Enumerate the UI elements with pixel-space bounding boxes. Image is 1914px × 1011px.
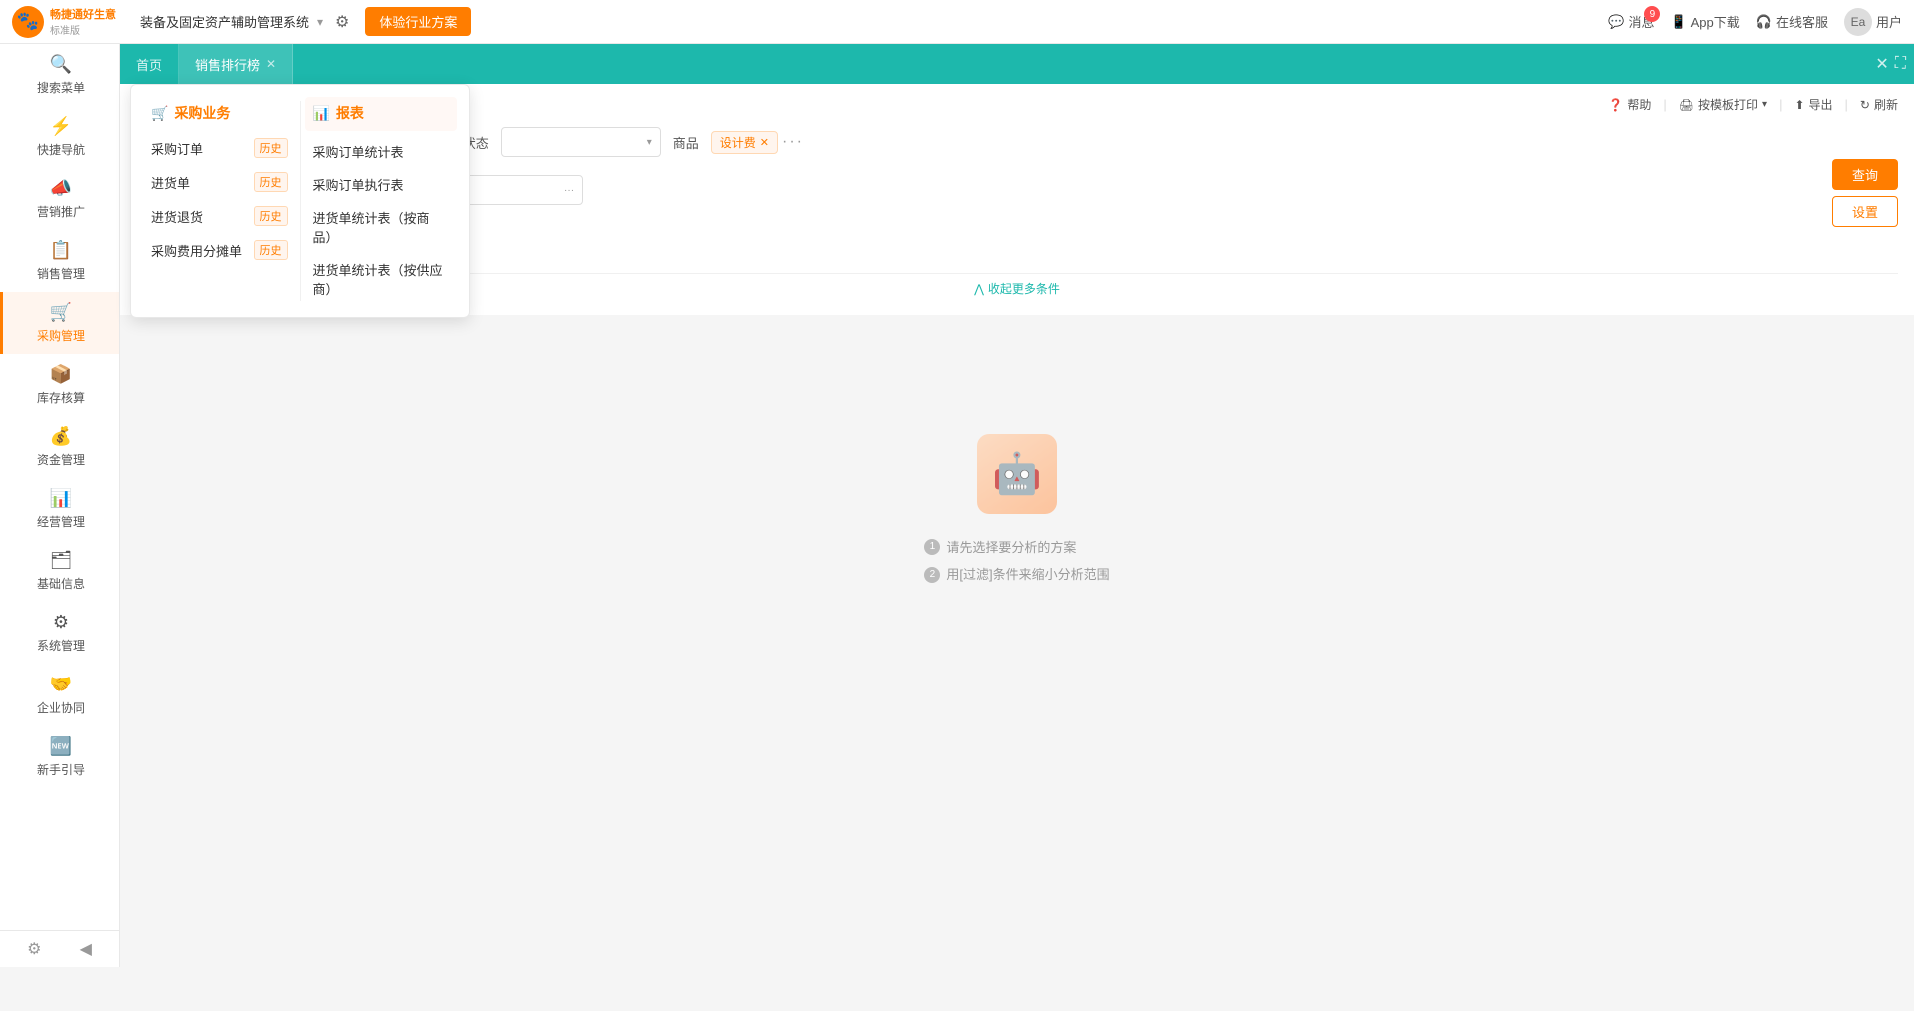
purchase-fee-item[interactable]: 采购费用分摊单 历史 (143, 233, 296, 267)
sidebar-collapse-icon[interactable]: ◀ (80, 939, 92, 959)
top-header: 🐾 畅捷通好生意 标准版 装备及固定资产辅助管理系统 ▾ ⚙ 体验行业方案 💬 … (0, 0, 1914, 44)
clipboard-icon: 📋 (50, 240, 72, 261)
print-icon: 🖨 (1679, 98, 1694, 112)
history-badge-0: 历史 (254, 138, 288, 158)
receipt-stat-goods-item[interactable]: 进货单统计表（按商品） (305, 201, 458, 253)
sidebar-item-purchase[interactable]: 🛒 采购管理 (0, 292, 119, 354)
sidebar-item-finance[interactable]: 💰 资金管理 (0, 416, 119, 478)
sidebar-item-marketing[interactable]: 📣 营销推广 (0, 168, 119, 230)
header-right: 💬 消息 9 📱 App下载 🎧 在线客服 Ea 用户 (1608, 8, 1902, 36)
tab-close-all-icon[interactable]: ✕ (1875, 54, 1888, 74)
money-icon: 💰 (50, 426, 72, 447)
box-icon: 📦 (50, 364, 72, 385)
report-col: 📊 报表 采购订单统计表 采购订单执行表 进货单统计表（按商品） 进货单统计表（… (301, 93, 462, 309)
empty-hints: 1 请先选择要分析的方案 2 用[过滤]条件来缩小分析范围 (924, 536, 1109, 587)
flash-icon: ⚡ (50, 116, 72, 137)
goods-return-item[interactable]: 进货退货 历史 (143, 199, 296, 233)
sidebar: 🔍 搜索菜单 ⚡ 快捷导航 📣 营销推广 📋 销售管理 🛒 采购管理 📦 库存核… (0, 44, 120, 967)
history-badge-3: 历史 (254, 240, 288, 260)
history-badge-1: 历史 (254, 172, 288, 192)
tab-expand-icon[interactable]: ⛶ (1895, 55, 1906, 73)
sidebar-item-enterprise[interactable]: 🤝 企业协同 (0, 664, 119, 726)
sidebar-item-inventory[interactable]: 📦 库存核算 (0, 354, 119, 416)
headset-icon: 🎧 (1756, 14, 1772, 30)
refresh-btn[interactable]: ↻ 刷新 (1860, 96, 1898, 113)
settings-icon[interactable]: ⚙ (335, 12, 349, 32)
receipt-stat-supplier-item[interactable]: 进货单统计表（按供应商） (305, 253, 458, 305)
dropdown-cols: 🛒 采购业务 采购订单 历史 进货单 历史 进货退货 历史 采购费用分摊单 历史 (139, 93, 461, 309)
print-btn[interactable]: 🖨 按模板打印 ▾ (1679, 96, 1767, 113)
purchase-col: 🛒 采购业务 采购订单 历史 进货单 历史 进货退货 历史 采购费用分摊单 历史 (139, 93, 300, 309)
query-btn[interactable]: 查询 (1832, 159, 1898, 190)
report-col-icon: 📊 (313, 105, 330, 122)
purchase-col-icon: 🛒 (151, 105, 168, 122)
report-col-title: 📊 报表 (305, 97, 458, 131)
sidebar-item-basic-info[interactable]: 🗂 基础信息 (0, 540, 119, 602)
avatar: Ea (1844, 8, 1872, 36)
app-download-btn[interactable]: 📱 App下载 (1670, 12, 1739, 31)
message-badge: 9 (1644, 6, 1660, 22)
system-arrow-icon[interactable]: ▾ (317, 15, 323, 29)
sidebar-item-system[interactable]: ⚙ 系统管理 (0, 602, 119, 664)
sidebar-item-quicknav[interactable]: ⚡ 快捷导航 (0, 106, 119, 168)
system-name: 装备及固定资产辅助管理系统 (140, 12, 309, 31)
robot-icon: 🤖 (977, 434, 1057, 514)
gear-icon: ⚙ (53, 612, 69, 633)
tab-home[interactable]: 首页 (120, 44, 179, 84)
tab-bar-controls: ✕ ⛶ (1867, 44, 1914, 84)
goods-receipt-item[interactable]: 进货单 历史 (143, 165, 296, 199)
chart-icon: 📊 (50, 488, 72, 509)
collapse-arrow-icon: ⋀ (974, 282, 984, 296)
user-btn[interactable]: Ea 用户 (1844, 8, 1902, 36)
phone-icon: 📱 (1670, 14, 1686, 30)
settings-btn[interactable]: 设置 (1832, 196, 1898, 227)
message-btn[interactable]: 💬 消息 9 (1608, 12, 1654, 31)
search-icon: 🔍 (50, 54, 72, 75)
query-buttons: 查询 设置 (1832, 127, 1898, 227)
status-select-arrow: ▾ (647, 137, 652, 148)
sidebar-settings-icon[interactable]: ⚙ (27, 939, 41, 959)
new-icon: 🆕 (50, 736, 72, 757)
purchase-order-stat-item[interactable]: 采购订单统计表 (305, 135, 458, 168)
megaphone-icon: 📣 (50, 178, 72, 199)
tab-close-icon[interactable]: ✕ (266, 57, 276, 71)
export-btn[interactable]: ⬆ 导出 (1794, 96, 1832, 113)
goods-filter: 设计费 ✕ ··· (711, 131, 1816, 154)
sidebar-bottom: ⚙ ◀ (0, 930, 119, 967)
goods-more-icon[interactable]: ··· (782, 133, 804, 151)
goods-tag: 设计费 ✕ (711, 131, 778, 154)
sidebar-item-sales[interactable]: 📋 销售管理 (0, 230, 119, 292)
help-btn[interactable]: ❓ 帮助 (1608, 96, 1651, 113)
logo-area: 🐾 畅捷通好生意 标准版 (12, 6, 132, 38)
logo-icon: 🐾 (12, 6, 44, 38)
export-icon: ⬆ (1794, 98, 1804, 112)
cart-icon: 🛒 (50, 302, 72, 323)
salesperson-arrow-icon: ··· (564, 185, 574, 196)
status-select[interactable]: ▾ (501, 127, 661, 157)
handshake-icon: 🤝 (50, 674, 72, 695)
header-system: 装备及固定资产辅助管理系统 ▾ ⚙ 体验行业方案 (132, 7, 1608, 36)
tab-sales-rank[interactable]: 销售排行榜 ✕ (179, 44, 293, 84)
logo-text: 畅捷通好生意 标准版 (50, 6, 116, 37)
folder-icon: 🗂 (50, 550, 73, 571)
history-badge-2: 历史 (254, 206, 288, 226)
purchase-order-exec-item[interactable]: 采购订单执行表 (305, 168, 458, 201)
purchase-order-item[interactable]: 采购订单 历史 (143, 131, 296, 165)
purchase-dropdown-menu: 🛒 采购业务 采购订单 历史 进货单 历史 进货退货 历史 采购费用分摊单 历史 (130, 84, 470, 318)
online-service-btn[interactable]: 🎧 在线客服 (1756, 12, 1828, 31)
sidebar-item-guide[interactable]: 🆕 新手引导 (0, 726, 119, 788)
purchase-col-title: 🛒 采购业务 (143, 97, 296, 131)
print-arrow-icon: ▾ (1762, 99, 1767, 110)
message-icon: 💬 (1608, 14, 1624, 30)
tab-bar: 首页 销售排行榜 ✕ ✕ ⛶ (120, 44, 1914, 84)
goods-tag-close-icon[interactable]: ✕ (760, 136, 769, 149)
empty-state: 🤖 1 请先选择要分析的方案 2 用[过滤]条件来缩小分析范围 (120, 315, 1914, 695)
empty-illustration: 🤖 (957, 424, 1077, 524)
question-icon: ❓ (1608, 98, 1623, 112)
refresh-icon: ↻ (1860, 98, 1870, 112)
industry-btn[interactable]: 体验行业方案 (365, 7, 471, 36)
sidebar-item-search[interactable]: 🔍 搜索菜单 (0, 44, 119, 106)
sidebar-item-operations[interactable]: 📊 经营管理 (0, 478, 119, 540)
